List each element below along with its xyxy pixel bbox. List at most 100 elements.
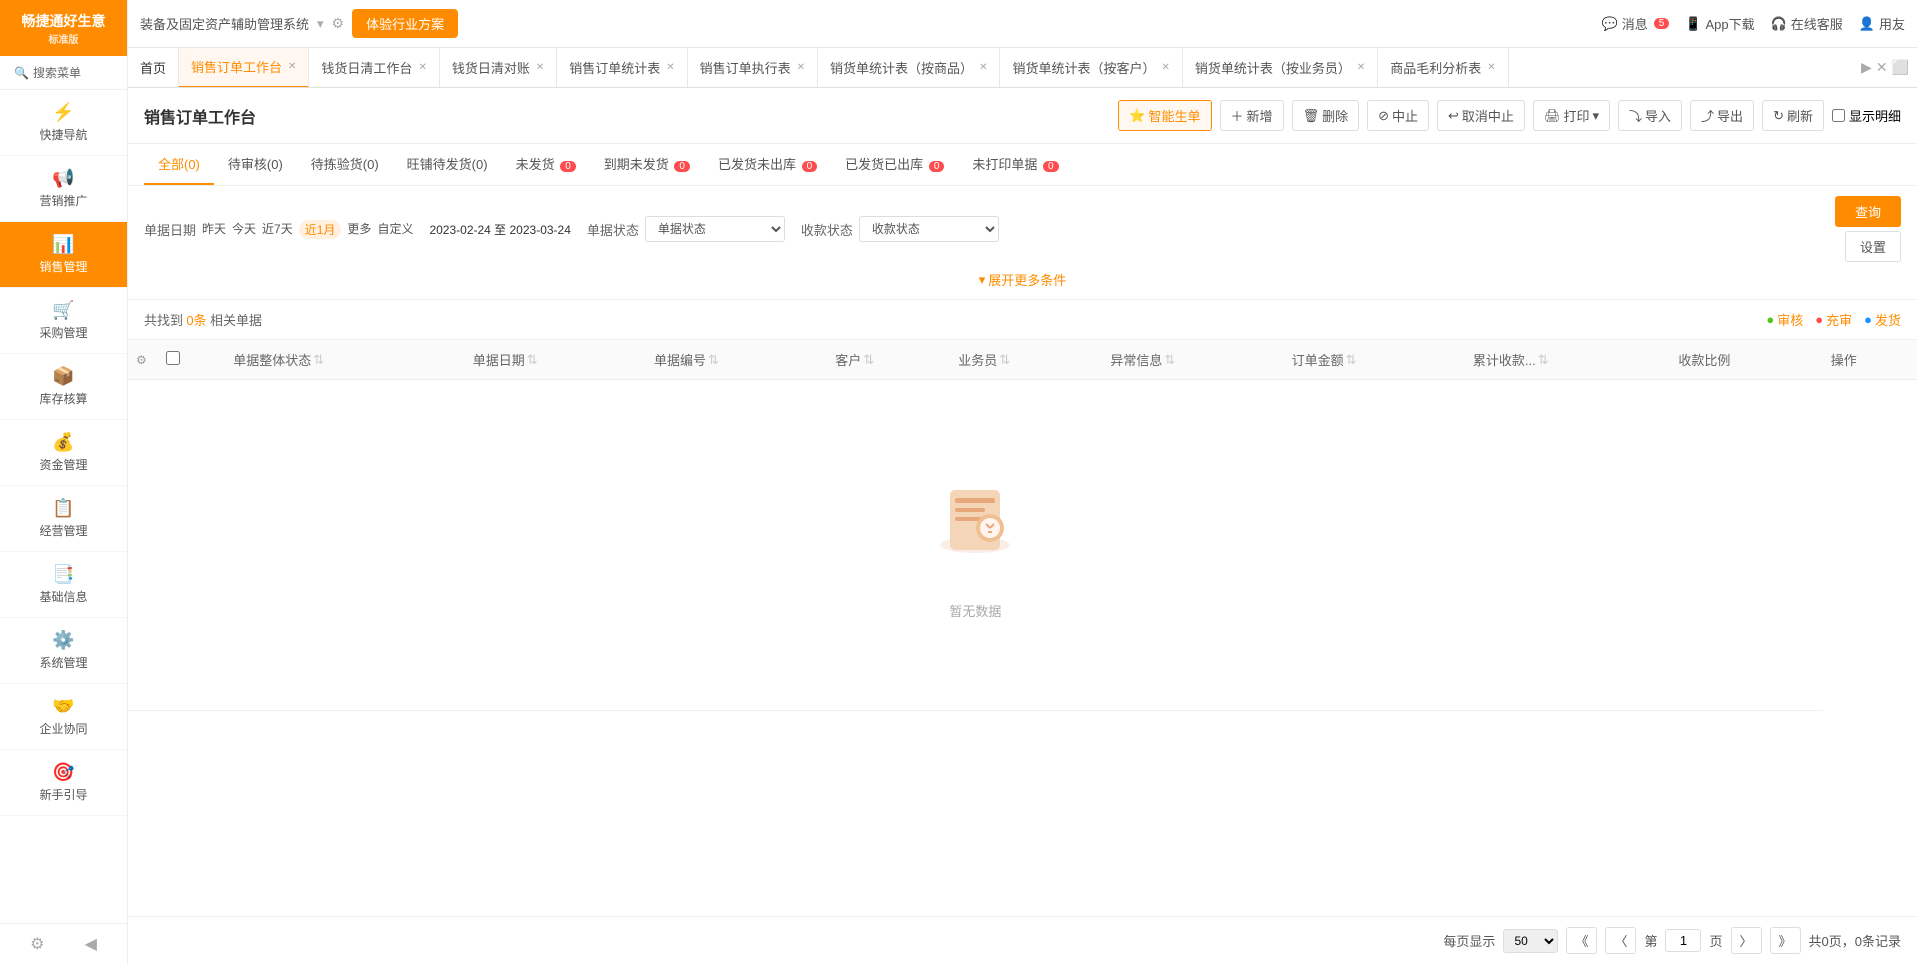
refresh-button[interactable]: ↻ 刷新 bbox=[1762, 100, 1824, 131]
cancel-stop-button[interactable]: ↩ 取消中止 bbox=[1437, 100, 1525, 131]
subtab-shipped-not-out[interactable]: 已发货未出库 0 bbox=[704, 144, 831, 185]
online-service-button[interactable]: 🎧 在线客服 bbox=[1771, 14, 1843, 33]
sort-number[interactable]: 单据编号 ⇅ bbox=[654, 350, 819, 369]
sidebar-item-system[interactable]: ⚙️ 系统管理 bbox=[0, 618, 127, 684]
sidebar-item-sales[interactable]: 📊 销售管理 bbox=[0, 222, 127, 288]
sort-customer[interactable]: 客户 ⇅ bbox=[835, 350, 942, 369]
review-action-button[interactable]: ● 审核 bbox=[1766, 310, 1803, 329]
sidebar-item-operation[interactable]: 📋 经营管理 bbox=[0, 486, 127, 552]
user-menu-button[interactable]: 👤 用友 bbox=[1859, 14, 1905, 33]
tab-sales-workbench[interactable]: 销售订单工作台 ✕ bbox=[179, 48, 309, 88]
solution-button[interactable]: 体验行业方案 bbox=[352, 9, 458, 38]
tab-close-icon[interactable]: ✕ bbox=[418, 62, 426, 73]
sidebar-item-purchase[interactable]: 🛒 采购管理 bbox=[0, 288, 127, 354]
last-page-button[interactable]: 》 bbox=[1770, 927, 1801, 954]
tab-sales-stat[interactable]: 销售订单统计表 ✕ bbox=[557, 48, 687, 88]
tab-close-all-icon[interactable]: ✕ bbox=[1876, 59, 1888, 76]
status-select[interactable]: 单据状态 bbox=[645, 216, 785, 242]
tab-close-icon[interactable]: ✕ bbox=[797, 62, 805, 73]
unreview-action-button[interactable]: ● 充审 bbox=[1815, 310, 1852, 329]
topbar-gear-icon[interactable]: ⚙ bbox=[332, 15, 345, 32]
tab-close-icon[interactable]: ✕ bbox=[536, 62, 544, 73]
subtab-pending-inspect[interactable]: 待拣验货(0) bbox=[297, 144, 393, 185]
sidebar-search[interactable]: 🔍 搜索菜单 bbox=[0, 56, 127, 90]
sidebar-label-guide: 新手引导 bbox=[39, 786, 87, 803]
settings-icon[interactable]: ⚙ bbox=[30, 934, 44, 954]
tab-sales-stat-customer[interactable]: 销货单统计表（按客户） ✕ bbox=[1000, 48, 1182, 88]
expand-filter-row: ▾ 展开更多条件 bbox=[144, 270, 1901, 289]
tab-sales-exec[interactable]: 销售订单执行表 ✕ bbox=[688, 48, 818, 88]
tab-product-margin[interactable]: 商品毛利分析表 ✕ bbox=[1378, 48, 1508, 88]
tab-sales-stat-staff[interactable]: 销货单统计表（按业务员） ✕ bbox=[1183, 48, 1378, 88]
payment-select[interactable]: 收款状态 bbox=[859, 216, 999, 242]
topbar-dropdown-icon[interactable]: ▾ bbox=[317, 16, 324, 32]
date-more[interactable]: 更多 bbox=[347, 220, 371, 239]
tab-cash-daily[interactable]: 钱货日清工作台 ✕ bbox=[309, 48, 439, 88]
table-toolbar: 共找到 0条 相关单据 ● 审核 ● 充审 ● 发货 bbox=[128, 300, 1917, 340]
col-gear[interactable]: ⚙ bbox=[128, 340, 158, 380]
tab-fullscreen-icon[interactable]: ⬜ bbox=[1892, 59, 1909, 76]
sort-staff[interactable]: 业务员 ⇅ bbox=[958, 350, 1094, 369]
subtab-wangpu[interactable]: 旺铺待发货(0) bbox=[393, 144, 502, 185]
smart-create-button[interactable]: ⭐ 智能生单 bbox=[1118, 100, 1211, 131]
set-button[interactable]: 设置 bbox=[1845, 231, 1901, 262]
tab-close-icon[interactable]: ✕ bbox=[979, 62, 987, 73]
delete-button[interactable]: 🗑 删除 bbox=[1292, 100, 1360, 131]
subtab-pending-review[interactable]: 待审核(0) bbox=[214, 144, 297, 185]
show-detail-input[interactable] bbox=[1832, 109, 1845, 122]
sort-status[interactable]: 单据整体状态 ⇅ bbox=[233, 350, 457, 369]
print-button[interactable]: 🖨 打印 ▾ bbox=[1533, 100, 1610, 131]
tab-sales-stat-product[interactable]: 销货单统计表（按商品） ✕ bbox=[818, 48, 1000, 88]
stop-button[interactable]: ⊘ 中止 bbox=[1367, 100, 1429, 131]
sort-exception[interactable]: 异常信息 ⇅ bbox=[1110, 350, 1275, 369]
subtab-all[interactable]: 全部(0) bbox=[144, 144, 214, 185]
import-button[interactable]: ⤵ 导入 bbox=[1618, 100, 1682, 131]
tab-close-icon[interactable]: ✕ bbox=[288, 61, 296, 72]
topbar: 装备及固定资产辅助管理系统 ▾ ⚙ 体验行业方案 💬 消息 5 📱 App下载 … bbox=[128, 0, 1917, 48]
sort-received[interactable]: 累计收款... ⇅ bbox=[1473, 350, 1663, 369]
ship-action-button[interactable]: ● 发货 bbox=[1864, 310, 1901, 329]
tab-close-icon[interactable]: ✕ bbox=[1161, 62, 1169, 73]
page-number-input[interactable] bbox=[1665, 929, 1701, 952]
new-button[interactable]: ＋ 新增 bbox=[1220, 100, 1284, 131]
next-page-button[interactable]: 〉 bbox=[1731, 927, 1762, 954]
select-all-checkbox[interactable] bbox=[166, 351, 180, 365]
date-yesterday[interactable]: 昨天 bbox=[202, 220, 226, 239]
date-today[interactable]: 今天 bbox=[232, 220, 256, 239]
tab-cash-reconcile[interactable]: 钱货日清对账 ✕ bbox=[440, 48, 557, 88]
sort-date[interactable]: 单据日期 ⇅ bbox=[473, 350, 638, 369]
subtab-expired-not-shipped[interactable]: 到期未发货 0 bbox=[590, 144, 704, 185]
tab-home[interactable]: 首页 bbox=[128, 48, 179, 88]
app-download-button[interactable]: 📱 App下载 bbox=[1685, 14, 1754, 33]
first-page-button[interactable]: 《 bbox=[1566, 927, 1597, 954]
subtab-pending-review-label: 待审核(0) bbox=[228, 157, 283, 172]
show-detail-checkbox[interactable]: 显示明细 bbox=[1832, 106, 1901, 125]
subtab-not-shipped[interactable]: 未发货 0 bbox=[502, 144, 590, 185]
message-button[interactable]: 💬 消息 5 bbox=[1602, 14, 1670, 33]
subtab-shipped-out[interactable]: 已发货已出库 0 bbox=[831, 144, 958, 185]
export-button[interactable]: ⤴ 导出 bbox=[1690, 100, 1754, 131]
tab-close-icon[interactable]: ✕ bbox=[1357, 62, 1365, 73]
query-button[interactable]: 查询 bbox=[1835, 196, 1901, 227]
sidebar-item-quick-nav[interactable]: ⚡ 快捷导航 bbox=[0, 90, 127, 156]
empty-svg bbox=[925, 470, 1025, 570]
expand-filter-button[interactable]: ▾ 展开更多条件 bbox=[979, 270, 1067, 289]
collapse-icon[interactable]: ◀ bbox=[85, 934, 97, 954]
tab-scroll-right-icon[interactable]: ▶ bbox=[1861, 59, 1872, 76]
data-table: ⚙ 单据整体状态 ⇅ 单据日期 ⇅ bbox=[128, 340, 1917, 711]
prev-page-button[interactable]: 〈 bbox=[1605, 927, 1636, 954]
sidebar-item-finance[interactable]: 💰 资金管理 bbox=[0, 420, 127, 486]
tab-close-icon[interactable]: ✕ bbox=[1487, 62, 1495, 73]
sidebar-item-basic[interactable]: 📑 基础信息 bbox=[0, 552, 127, 618]
per-page-select[interactable]: 50 20 100 bbox=[1503, 929, 1558, 953]
sort-amount[interactable]: 订单金额 ⇅ bbox=[1292, 350, 1457, 369]
tab-close-icon[interactable]: ✕ bbox=[666, 62, 674, 73]
date-1month[interactable]: 近1月 bbox=[299, 220, 342, 239]
sidebar-item-inventory[interactable]: 📦 库存核算 bbox=[0, 354, 127, 420]
sidebar-item-enterprise[interactable]: 🤝 企业协同 bbox=[0, 684, 127, 750]
date-7days[interactable]: 近7天 bbox=[262, 220, 293, 239]
date-custom[interactable]: 自定义 bbox=[377, 220, 413, 239]
sidebar-item-marketing[interactable]: 📢 营销推广 bbox=[0, 156, 127, 222]
sidebar-item-guide[interactable]: 🎯 新手引导 bbox=[0, 750, 127, 816]
subtab-not-printed[interactable]: 未打印单据 0 bbox=[958, 144, 1072, 185]
